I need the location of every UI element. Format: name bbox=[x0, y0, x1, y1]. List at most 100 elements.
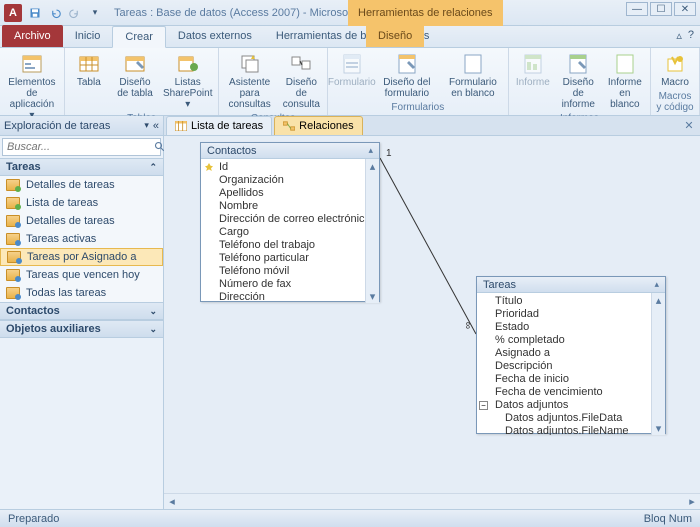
ribbon-button-form-blank[interactable]: Formulario en blanco bbox=[442, 50, 504, 101]
help-icon[interactable]: ? bbox=[688, 29, 694, 42]
status-left: Preparado bbox=[8, 513, 59, 525]
ribbon-button-form-design[interactable]: Diseño del formulario bbox=[376, 50, 438, 101]
ribbon-button-table[interactable]: Tabla bbox=[69, 50, 109, 90]
nav-item[interactable]: Detalles de tareas bbox=[0, 176, 163, 194]
table-field[interactable]: Nombre bbox=[201, 200, 379, 213]
scroll-up-icon[interactable]: ▴ bbox=[366, 159, 379, 173]
navigation-pane: Exploración de tareas ▾ « Tareas⌃Detalle… bbox=[0, 116, 164, 509]
nav-item-label: Tareas por Asignado a bbox=[27, 251, 136, 263]
table-field[interactable]: Apellidos bbox=[201, 187, 379, 200]
table-field[interactable]: Datos adjuntos.FileName bbox=[477, 425, 665, 435]
status-bar: Preparado Bloq Num bbox=[0, 509, 700, 527]
close-button[interactable]: ✕ bbox=[674, 2, 696, 16]
table-field[interactable]: Fecha de vencimiento bbox=[477, 386, 665, 399]
tab-datos-externos[interactable]: Datos externos bbox=[166, 25, 264, 47]
ribbon-button-query-wiz[interactable]: Asistente para consultas bbox=[223, 50, 276, 112]
nav-dropdown-icon[interactable]: ▾ bbox=[144, 120, 149, 132]
ribbon-minimize-icon[interactable]: ▵ bbox=[676, 29, 682, 42]
maximize-button[interactable]: ☐ bbox=[650, 2, 672, 16]
table-field[interactable]: Título bbox=[477, 295, 665, 308]
scroll-up-icon[interactable]: ▴ bbox=[652, 293, 665, 307]
nav-item[interactable]: Tareas activas bbox=[0, 230, 163, 248]
scroll-down-icon[interactable]: ▾ bbox=[652, 421, 665, 435]
scroll-down-icon[interactable]: ▾ bbox=[366, 289, 379, 303]
table-field[interactable]: Descripción bbox=[477, 360, 665, 373]
nav-group-header[interactable]: Objetos auxiliares⌄ bbox=[0, 320, 163, 338]
nav-group-header[interactable]: Contactos⌄ bbox=[0, 302, 163, 320]
tab-diseno[interactable]: Diseño bbox=[366, 25, 424, 47]
ribbon-button-form[interactable]: Formulario bbox=[332, 50, 372, 90]
nav-group-header[interactable]: Tareas⌃ bbox=[0, 158, 163, 176]
ribbon-button-label: Informe en blanco bbox=[608, 77, 642, 110]
ribbon-button-label: Diseño de consulta bbox=[283, 77, 320, 110]
table-field[interactable]: Número de fax bbox=[201, 278, 379, 291]
horizontal-scrollbar[interactable]: ◂ ▸ bbox=[164, 493, 700, 509]
table-field[interactable]: Organización bbox=[201, 174, 379, 187]
nav-header[interactable]: Exploración de tareas ▾ « bbox=[0, 116, 163, 136]
table-name: Tareas bbox=[483, 279, 516, 291]
table-field[interactable]: Dirección bbox=[201, 291, 379, 303]
doc-tab-lista-tareas[interactable]: Lista de tareas bbox=[166, 116, 272, 135]
table-field[interactable]: Cargo bbox=[201, 226, 379, 239]
table-field[interactable]: Id bbox=[201, 161, 379, 174]
search-input[interactable] bbox=[3, 139, 154, 155]
vertical-scrollbar[interactable]: ▴▾ bbox=[651, 293, 665, 435]
scroll-right-icon[interactable]: ▸ bbox=[684, 494, 700, 509]
chevron-icon: ⌄ bbox=[149, 306, 157, 317]
nav-item[interactable]: Detalles de tareas bbox=[0, 212, 163, 230]
vertical-scrollbar[interactable]: ▴▾ bbox=[365, 159, 379, 303]
window-title: Tareas : Base de datos (Access 2007) - M… bbox=[114, 7, 373, 19]
nav-collapse-icon[interactable]: « bbox=[153, 120, 159, 132]
nav-item[interactable]: Lista de tareas bbox=[0, 194, 163, 212]
nav-item[interactable]: Tareas que vencen hoy bbox=[0, 266, 163, 284]
tab-crear[interactable]: Crear bbox=[112, 26, 166, 48]
ribbon-button-sharepoint[interactable]: Listas SharePoint ▾ bbox=[161, 50, 214, 112]
redo-icon[interactable] bbox=[66, 4, 84, 22]
table-field[interactable]: Teléfono del trabajo bbox=[201, 239, 379, 252]
tab-inicio[interactable]: Inicio bbox=[63, 25, 113, 47]
ribbon-button-report[interactable]: Informe bbox=[513, 50, 553, 90]
table-field[interactable]: Prioridad bbox=[477, 308, 665, 321]
tab-file[interactable]: Archivo bbox=[2, 25, 63, 47]
table-title[interactable]: Contactos▴ bbox=[201, 143, 379, 159]
table-window-contactos[interactable]: Contactos▴IdOrganizaciónApellidosNombreD… bbox=[200, 142, 380, 302]
table-field[interactable]: Dirección de correo electrónico bbox=[201, 213, 379, 226]
table-field[interactable]: Teléfono particular bbox=[201, 252, 379, 265]
table-field[interactable]: Datos adjuntos bbox=[477, 399, 665, 412]
table-name: Contactos bbox=[207, 145, 257, 157]
scroll-left-icon[interactable]: ◂ bbox=[164, 494, 180, 509]
table-field[interactable]: % completado bbox=[477, 334, 665, 347]
app-parts-icon bbox=[20, 52, 44, 76]
relationships-canvas[interactable]: 1 ∞ Contactos▴IdOrganizaciónApellidosNom… bbox=[164, 136, 700, 493]
nav-group-title: Tareas bbox=[6, 161, 41, 173]
table-field[interactable]: Fecha de inicio bbox=[477, 373, 665, 386]
rel-one-label: 1 bbox=[386, 148, 392, 159]
ribbon-button-report-design[interactable]: Diseño de informe bbox=[557, 50, 600, 112]
nav-item[interactable]: Tareas por Asignado a bbox=[0, 248, 163, 266]
ribbon-button-label: Listas SharePoint ▾ bbox=[163, 77, 212, 110]
nav-item-label: Detalles de tareas bbox=[26, 215, 115, 227]
ribbon-button-macro[interactable]: Macro bbox=[655, 50, 695, 90]
ribbon-button-report-blank[interactable]: Informe en blanco bbox=[604, 50, 646, 112]
table-field[interactable]: Estado bbox=[477, 321, 665, 334]
ribbon-button-app-parts[interactable]: Elementos de aplicación ▾ bbox=[4, 50, 60, 123]
qat-dropdown-icon[interactable]: ▾ bbox=[86, 4, 104, 22]
table-window-tareas[interactable]: Tareas▴TítuloPrioridadEstado% completado… bbox=[476, 276, 666, 434]
chevron-icon: ⌄ bbox=[149, 324, 157, 335]
ribbon: Elementos de aplicación ▾PlantillasTabla… bbox=[0, 48, 700, 116]
table-field[interactable]: Teléfono móvil bbox=[201, 265, 379, 278]
save-icon[interactable] bbox=[26, 4, 44, 22]
expand-icon[interactable]: − bbox=[479, 401, 488, 410]
table-title[interactable]: Tareas▴ bbox=[477, 277, 665, 293]
undo-icon[interactable] bbox=[46, 4, 64, 22]
ribbon-button-label: Diseño del formulario bbox=[380, 77, 434, 99]
nav-item[interactable]: Todas las tareas bbox=[0, 284, 163, 302]
doc-close-icon[interactable]: ✕ bbox=[682, 118, 696, 132]
ribbon-button-query-design[interactable]: Diseño de consulta bbox=[280, 50, 323, 112]
ribbon-button-table-design[interactable]: Diseño de tabla bbox=[113, 50, 157, 101]
minimize-button[interactable]: — bbox=[626, 2, 648, 16]
doc-tab-relaciones[interactable]: Relaciones bbox=[274, 116, 362, 135]
table-field[interactable]: Asignado a bbox=[477, 347, 665, 360]
table-field[interactable]: Datos adjuntos.FileData bbox=[477, 412, 665, 425]
scroll-track[interactable] bbox=[180, 494, 684, 509]
